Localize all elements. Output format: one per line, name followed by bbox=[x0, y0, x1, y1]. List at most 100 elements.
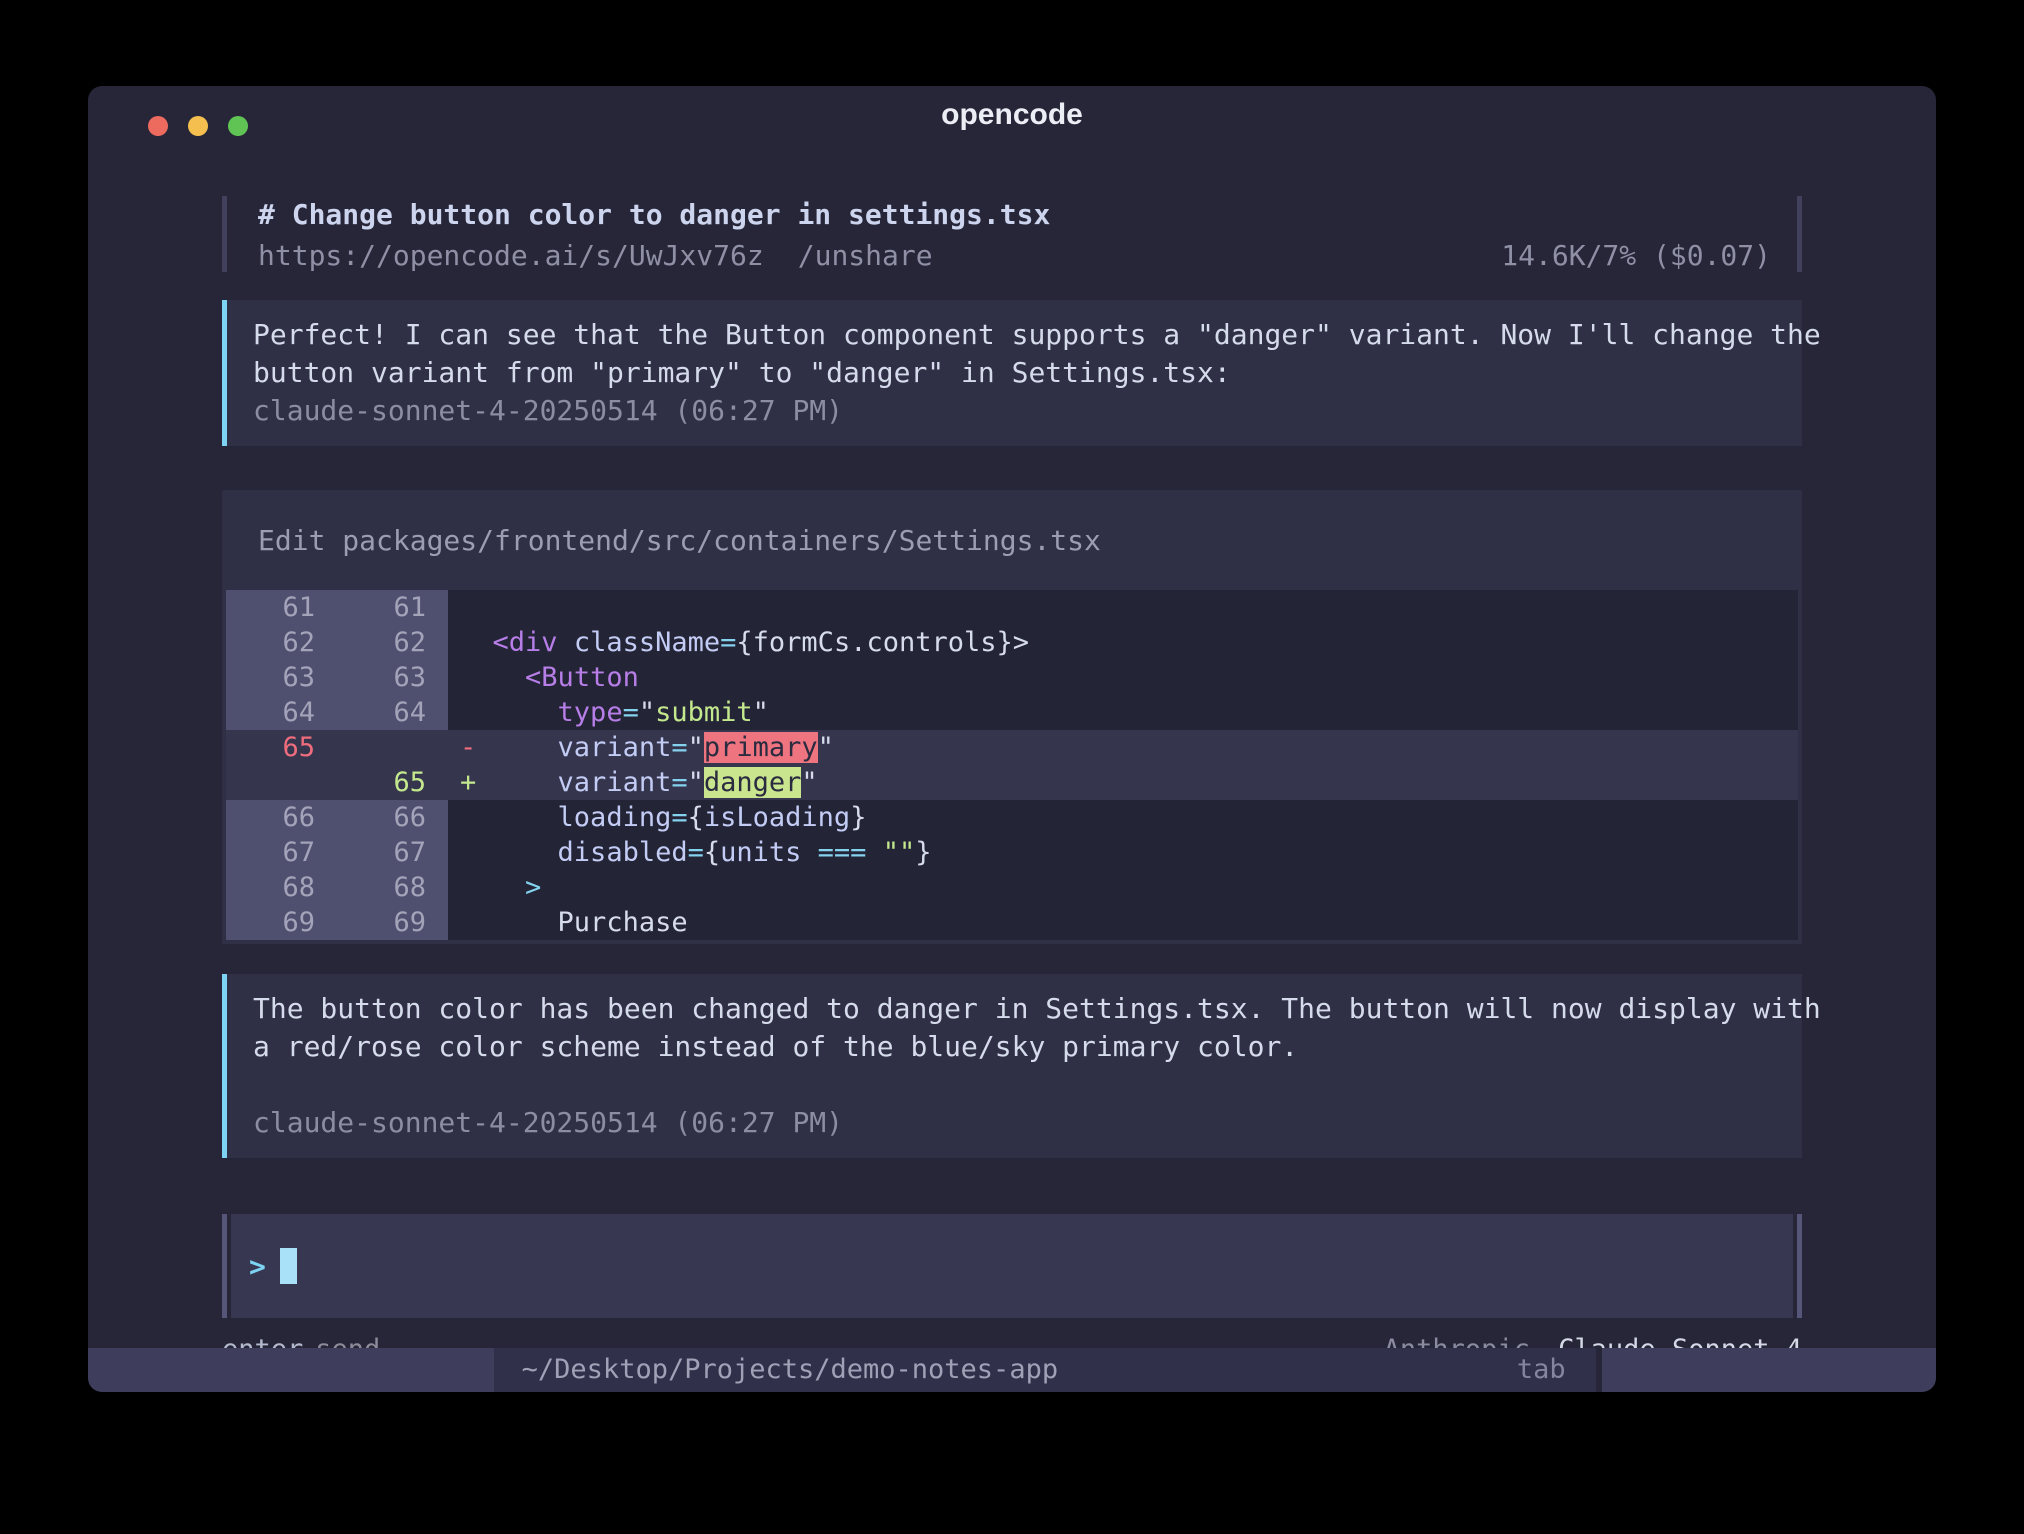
prompt-input[interactable]: > bbox=[231, 1214, 1793, 1318]
diff-row: 65+ variant="danger" bbox=[226, 765, 1798, 800]
diff-row: 6262 <div className={formCs.controls}> bbox=[226, 625, 1798, 660]
opencode-window: opencode # Change button color to danger… bbox=[88, 86, 1936, 1392]
message-model-timestamp: claude-sonnet-4-20250514 (06:27 PM) bbox=[253, 1104, 1776, 1142]
diff-code-line: type="submit" bbox=[448, 695, 1798, 730]
code-token: = bbox=[671, 802, 687, 833]
message-text-line: Perfect! I can see that the Button compo… bbox=[253, 316, 1776, 354]
code-token bbox=[476, 872, 525, 903]
mode-chip[interactable]: BUILDMODE bbox=[1602, 1348, 1936, 1392]
message-text-line: button variant from "primary" to "danger… bbox=[253, 354, 1776, 392]
code-token: isLoading bbox=[704, 802, 850, 833]
session-header: # Change button color to danger in setti… bbox=[222, 196, 1802, 272]
diff-code-line bbox=[448, 590, 1798, 625]
code-token: variant bbox=[558, 767, 672, 798]
code-token: " bbox=[818, 732, 834, 763]
share-url-link[interactable]: https://opencode.ai/s/UwJxv76z bbox=[258, 239, 764, 272]
input-left-edge bbox=[222, 1214, 227, 1318]
code-token: primary bbox=[704, 732, 818, 763]
session-title: # Change button color to danger in setti… bbox=[258, 198, 1771, 231]
diff-marker bbox=[460, 907, 476, 938]
edit-file-path: Edit packages/frontend/src/containers/Se… bbox=[226, 490, 1798, 590]
code-token bbox=[476, 767, 557, 798]
diff-new-line-number bbox=[337, 730, 448, 765]
diff-code-line: > bbox=[448, 870, 1798, 905]
session-meta-row: https://opencode.ai/s/UwJxv76z /unshare … bbox=[258, 239, 1771, 272]
diff-new-line-number: 61 bbox=[337, 590, 448, 625]
code-token: > bbox=[525, 872, 541, 903]
code-token: type bbox=[558, 697, 623, 728]
code-token: className bbox=[574, 627, 720, 658]
message-text-line: The button color has been changed to dan… bbox=[253, 990, 1776, 1028]
diff-old-line-number: 61 bbox=[226, 590, 337, 625]
assistant-message: Perfect! I can see that the Button compo… bbox=[222, 300, 1802, 446]
main-content: # Change button color to danger in setti… bbox=[88, 196, 1936, 1365]
working-directory: ~/Desktop/Projects/demo-notes-app bbox=[522, 1348, 1058, 1392]
message-text-line bbox=[253, 1066, 1776, 1104]
code-token: loading bbox=[558, 802, 672, 833]
code-token: " bbox=[688, 732, 704, 763]
diff-old-line-number: 63 bbox=[226, 660, 337, 695]
code-token: variant bbox=[558, 732, 672, 763]
diff-code-line: disabled={units === ""} bbox=[448, 835, 1798, 870]
status-bar: opencode v0.3.11 ~/Desktop/Projects/demo… bbox=[88, 1348, 1936, 1392]
diff-new-line-number: 67 bbox=[337, 835, 448, 870]
diff-new-line-number: 66 bbox=[337, 800, 448, 835]
prompt-input-row: > bbox=[222, 1214, 1802, 1318]
diff-new-line-number: 62 bbox=[337, 625, 448, 660]
diff-marker bbox=[460, 662, 476, 693]
message-text-line: a red/rose color scheme instead of the b… bbox=[253, 1028, 1776, 1066]
status-bar-right: tab BUILDMODE bbox=[1487, 1348, 1936, 1392]
diff-old-line-number: 62 bbox=[226, 625, 337, 660]
diff-old-line-number: 68 bbox=[226, 870, 337, 905]
diff-old-line-number: 67 bbox=[226, 835, 337, 870]
code-token: Purchase bbox=[558, 907, 688, 938]
titlebar: opencode bbox=[88, 86, 1936, 144]
code-token: disabled bbox=[558, 837, 688, 868]
diff-code-line: loading={isLoading} bbox=[448, 800, 1798, 835]
diff-new-line-number: 64 bbox=[337, 695, 448, 730]
code-token: <Button bbox=[525, 662, 639, 693]
code-token: danger bbox=[704, 767, 802, 798]
code-token bbox=[866, 837, 882, 868]
code-token: " bbox=[688, 767, 704, 798]
edit-tool-block: Edit packages/frontend/src/containers/Se… bbox=[222, 490, 1802, 944]
message-text: Perfect! I can see that the Button compo… bbox=[253, 316, 1776, 392]
code-token bbox=[476, 907, 557, 938]
code-token: { bbox=[688, 802, 704, 833]
code-token bbox=[476, 697, 557, 728]
code-token: " bbox=[639, 697, 655, 728]
app-version-chip: opencode v0.3.11 bbox=[88, 1348, 494, 1392]
diff-row: 6464 type="submit" bbox=[226, 695, 1798, 730]
code-token: = bbox=[671, 732, 687, 763]
code-token bbox=[476, 802, 557, 833]
diff-old-line-number: 66 bbox=[226, 800, 337, 835]
diff-row: 6868 > bbox=[226, 870, 1798, 905]
status-divider bbox=[1596, 1348, 1602, 1392]
unshare-command[interactable]: /unshare bbox=[798, 239, 933, 272]
prompt-symbol: > bbox=[249, 1250, 266, 1283]
context-usage-cost: 14.6K/7% ($0.07) bbox=[1501, 239, 1771, 272]
diff-marker bbox=[460, 592, 476, 623]
diff-marker bbox=[460, 697, 476, 728]
code-token: = bbox=[720, 627, 736, 658]
diff-row: 6767 disabled={units === ""} bbox=[226, 835, 1798, 870]
code-token: {formCs.controls}> bbox=[736, 627, 1029, 658]
code-token bbox=[476, 732, 557, 763]
code-token: = bbox=[688, 837, 704, 868]
code-token bbox=[558, 627, 574, 658]
diff-code-line: <Button bbox=[448, 660, 1798, 695]
diff-old-line-number: 69 bbox=[226, 905, 337, 940]
code-token: <div bbox=[493, 627, 558, 658]
diff-old-line-number: 64 bbox=[226, 695, 337, 730]
diff-view: 6161 6262 <div className={formCs.control… bbox=[226, 590, 1798, 940]
diff-row: 6666 loading={isLoading} bbox=[226, 800, 1798, 835]
diff-new-line-number: 68 bbox=[337, 870, 448, 905]
diff-code-line: Purchase bbox=[448, 905, 1798, 940]
code-token: = bbox=[623, 697, 639, 728]
diff-code-line: - variant="primary" bbox=[448, 730, 1798, 765]
message-model-timestamp: claude-sonnet-4-20250514 (06:27 PM) bbox=[253, 392, 1776, 430]
tab-key-hint[interactable]: tab bbox=[1487, 1348, 1596, 1392]
diff-row: 6161 bbox=[226, 590, 1798, 625]
diff-code-line: <div className={formCs.controls}> bbox=[448, 625, 1798, 660]
diff-row: 65- variant="primary" bbox=[226, 730, 1798, 765]
